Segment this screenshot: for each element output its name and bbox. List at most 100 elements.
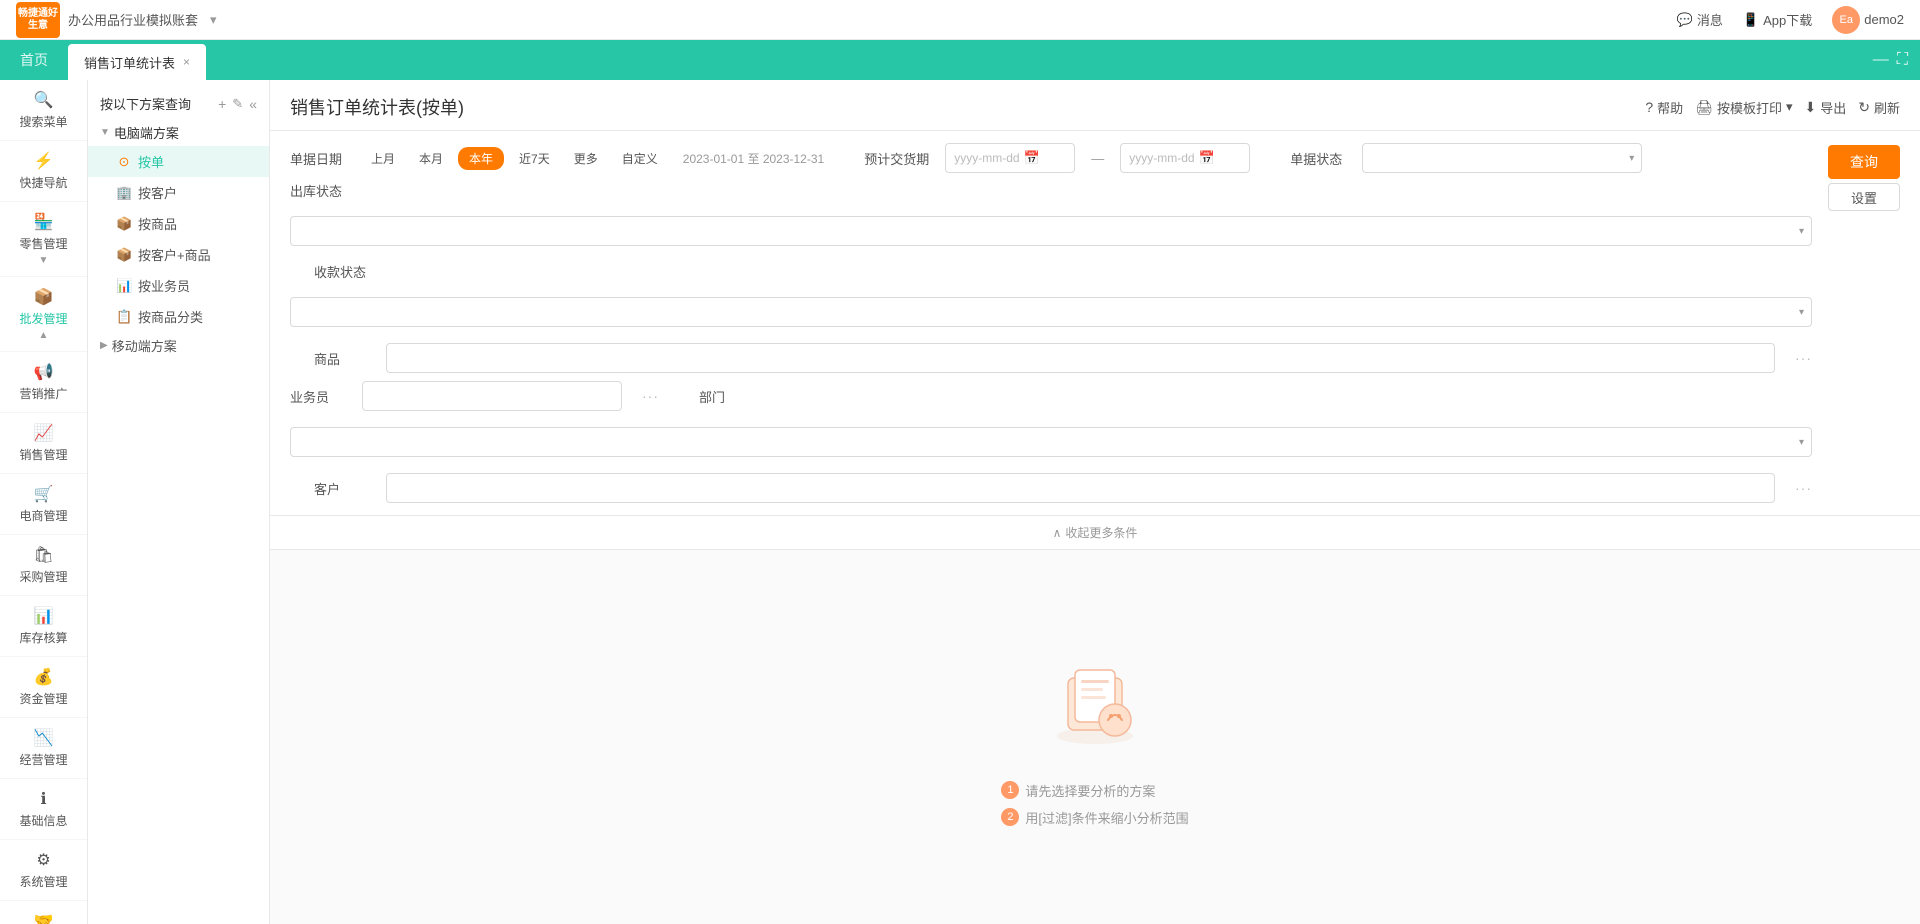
retail-arrow: ▼: [39, 255, 49, 266]
sidebar-item-business[interactable]: 📉 经营管理: [0, 718, 87, 779]
empty-tip-1: 1 请先选择要分析的方案: [1001, 781, 1188, 800]
payment-select[interactable]: [290, 297, 1812, 327]
sidebar-item-nav[interactable]: ⚡ 快捷导航: [0, 141, 87, 202]
collab-icon: 🤝: [34, 911, 54, 924]
query-btn[interactable]: 查询: [1828, 145, 1900, 179]
sidebar-item-ecommerce[interactable]: 🛒 电商管理: [0, 474, 87, 535]
scheme-group-mobile[interactable]: ▶ 移动端方案: [88, 332, 269, 359]
sidebar-item-retail[interactable]: 🏪 零售管理 ▼: [0, 202, 87, 277]
scheme-panel: 按以下方案查询 + ✎ « ▼ 电脑端方案 ⊙ 按单 🏢 按客: [88, 80, 270, 924]
salesperson-dots-icon[interactable]: ···: [642, 388, 659, 404]
top-bar-right: 💬 消息 📱 App下载 Ea demo2: [1677, 6, 1904, 34]
collapse-bar[interactable]: ∧ 收起更多条件: [270, 516, 1920, 550]
page-header: 销售订单统计表(按单) ? 帮助 🖨 按模板打印 ▾ ⬇ 导出: [270, 80, 1920, 131]
last-month-btn[interactable]: 上月: [362, 147, 404, 170]
app-dropdown-icon[interactable]: ▾: [210, 12, 217, 28]
help-btn[interactable]: ? 帮助: [1645, 98, 1683, 117]
empty-illustration: [1040, 648, 1150, 761]
scheme-cp-icon: 📦: [116, 247, 132, 263]
sidebar-item-collab[interactable]: 🤝 企业协同: [0, 901, 87, 924]
customer-label: 客户: [314, 479, 370, 498]
current-year-btn[interactable]: 本年: [458, 147, 504, 170]
department-select[interactable]: [290, 427, 1812, 457]
expected-date-end[interactable]: yyyy-mm-dd 📅: [1120, 143, 1250, 173]
customer-dots-icon[interactable]: ···: [1795, 480, 1812, 496]
scheme-panel-icons: + ✎ «: [218, 96, 257, 112]
sidebar-item-wholesale[interactable]: 📦 批发管理 ▲: [0, 277, 87, 352]
marketing-icon: 📢: [34, 362, 54, 382]
scheme-item-by-product[interactable]: 📦 按商品: [88, 208, 269, 239]
sidebar-item-marketing[interactable]: 📢 营销推广: [0, 352, 87, 413]
expected-date-start[interactable]: yyyy-mm-dd 📅: [945, 143, 1075, 173]
scheme-item-by-customer-product[interactable]: 📦 按客户+商品: [88, 239, 269, 270]
expand-icon: ▼: [100, 127, 110, 138]
tip-text-2: 用[过滤]条件来缩小分析范围: [1025, 808, 1188, 827]
minimize-icon[interactable]: —: [1873, 51, 1889, 69]
delivery-label: 出库状态: [290, 181, 346, 200]
user-menu[interactable]: Ea demo2: [1832, 6, 1904, 34]
tip-text-1: 请先选择要分析的方案: [1025, 781, 1155, 800]
last7-btn[interactable]: 近7天: [510, 147, 559, 170]
filter-row-date: 单据日期 上月 本月 本年 近7天 更多 自定义: [290, 143, 1812, 173]
scheme-product-icon: 📦: [116, 216, 132, 232]
scheme-add-icon[interactable]: +: [218, 96, 226, 112]
tab-close-icon[interactable]: ×: [183, 55, 190, 69]
scheme-item-by-customer[interactable]: 🏢 按客户: [88, 177, 269, 208]
filter-area: 单据日期 上月 本月 本年 近7天 更多 自定义: [270, 131, 1920, 516]
sidebar-label-search: 搜索菜单: [19, 113, 67, 130]
more-btn[interactable]: 更多: [565, 147, 607, 170]
this-month-btn[interactable]: 本月: [410, 147, 452, 170]
sidebar-label-purchase: 采购管理: [19, 568, 67, 585]
print-btn[interactable]: 🖨 按模板打印 ▾: [1695, 98, 1792, 117]
tab-label: 销售订单统计表: [84, 53, 175, 72]
sidebar-item-inventory[interactable]: 📊 库存核算: [0, 596, 87, 657]
status-select[interactable]: [1362, 143, 1642, 173]
help-icon: ?: [1645, 99, 1653, 115]
sidebar-label-nav: 快捷导航: [19, 174, 67, 191]
scheme-group-pc-header[interactable]: ▼ 电脑端方案: [88, 119, 269, 146]
sidebar-item-sales[interactable]: 📈 销售管理: [0, 413, 87, 474]
collapse-label: 收起更多条件: [1065, 524, 1137, 541]
sidebar-item-finance[interactable]: 💰 资金管理: [0, 657, 87, 718]
settings-btn[interactable]: 设置: [1828, 183, 1900, 211]
sidebar-item-search[interactable]: 🔍 搜索菜单: [0, 80, 87, 141]
filter-row-salesperson: 业务员 ··· 部门 ▾ 客户: [290, 381, 1812, 503]
scheme-collapse-icon[interactable]: «: [249, 96, 257, 112]
scheme-edit-icon[interactable]: ✎: [232, 96, 243, 112]
scheme-customer-icon: 🏢: [116, 185, 132, 201]
customer-input[interactable]: [386, 473, 1775, 503]
sidebar-item-system[interactable]: ⚙ 系统管理: [0, 840, 87, 901]
department-label: 部门: [699, 387, 755, 406]
product-dots-icon[interactable]: ···: [1795, 350, 1812, 366]
scheme-panel-title: 按以下方案查询: [100, 94, 191, 113]
export-btn[interactable]: ⬇ 导出: [1805, 98, 1847, 117]
sidebar-item-purchase[interactable]: 🛍 采购管理: [0, 535, 87, 596]
message-btn[interactable]: 💬 消息: [1677, 10, 1723, 29]
scheme-item-by-salesperson[interactable]: 📊 按业务员: [88, 270, 269, 301]
refresh-btn[interactable]: ↻ 刷新: [1858, 98, 1900, 117]
status-select-wrap: ▾: [1362, 143, 1642, 173]
logo: 畅捷通好生意: [16, 2, 60, 38]
scheme-item-by-category[interactable]: 📋 按商品分类: [88, 301, 269, 332]
tab-sales-order[interactable]: 销售订单统计表 ×: [68, 44, 206, 80]
scheme-group-pc-label: 电脑端方案: [114, 123, 179, 142]
tab-home[interactable]: 首页: [0, 40, 68, 80]
scheme-item-by-order[interactable]: ⊙ 按单: [88, 146, 269, 177]
delivery-select[interactable]: [290, 216, 1812, 246]
sidebar-label-system: 系统管理: [19, 873, 67, 890]
date-quick-buttons: 上月 本月 本年 近7天 更多 自定义: [362, 147, 667, 170]
print-dropdown-icon[interactable]: ▾: [1786, 99, 1793, 115]
sidebar-item-base[interactable]: ℹ 基础信息: [0, 779, 87, 840]
export-icon: ⬇: [1805, 99, 1817, 116]
scheme-panel-header: 按以下方案查询 + ✎ «: [88, 88, 269, 119]
app-download-btn[interactable]: 📱 App下载: [1743, 10, 1812, 29]
custom-btn[interactable]: 自定义: [613, 147, 667, 170]
maximize-icon[interactable]: ⛶: [1897, 51, 1908, 69]
main-panel: 销售订单统计表(按单) ? 帮助 🖨 按模板打印 ▾ ⬇ 导出: [270, 80, 1920, 924]
scheme-label-by-category: 按商品分类: [138, 307, 203, 326]
product-input[interactable]: [386, 343, 1775, 373]
salesperson-input[interactable]: [362, 381, 622, 411]
date-range-text: 2023-01-01 至 2023-12-31: [683, 150, 824, 167]
system-icon: ⚙: [36, 850, 50, 870]
tip-num-2: 2: [1001, 808, 1019, 826]
